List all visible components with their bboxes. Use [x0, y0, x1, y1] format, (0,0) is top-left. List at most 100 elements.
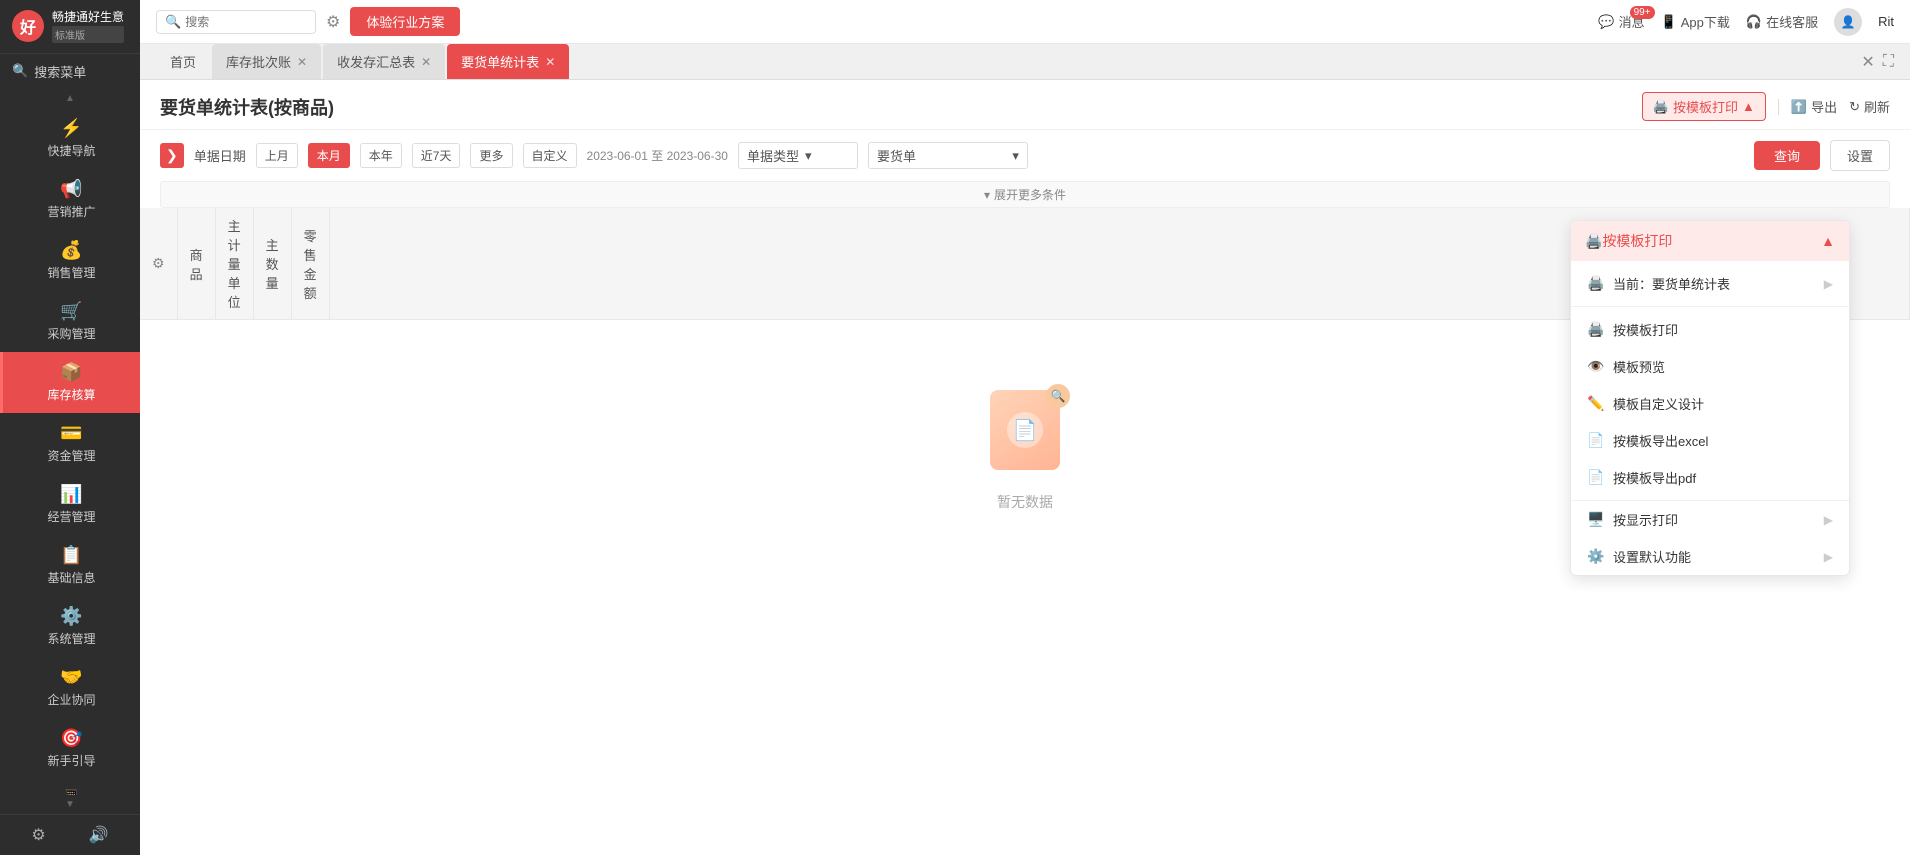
tab-order-stats-close[interactable]: ✕ — [545, 55, 555, 69]
audio-footer-icon[interactable]: 🔊 — [89, 825, 109, 845]
sidebar-item-enterprise[interactable]: 🤝 企业协同 — [0, 657, 140, 718]
filter-expand-button[interactable]: ❯ — [160, 143, 184, 168]
guide-icon: 🎯 — [60, 728, 82, 749]
topbar-search-input[interactable] — [185, 15, 307, 29]
date-btn-7days[interactable]: 近7天 — [412, 143, 461, 168]
chevron-down-icon: ▾ — [984, 188, 990, 202]
tab-close-all-icon[interactable]: ✕ — [1861, 52, 1874, 72]
dropdown-template-pdf[interactable]: 📄 按模板导出pdf — [1571, 459, 1849, 496]
dropdown-current-template[interactable]: 🖨️ 当前：要货单统计表 ▶ — [1571, 265, 1849, 302]
settings-footer-icon[interactable]: ⚙ — [31, 825, 45, 845]
message-icon: 💬 — [1598, 14, 1614, 30]
template-preview-icon: 👁️ — [1587, 358, 1603, 375]
sidebar: 好 畅捷通好生意 标准版 🔍 搜索菜单 ▲ ⚡ 快捷导航 📢 营销推广 💰 销售… — [0, 0, 140, 855]
dropdown-template-preview[interactable]: 👁️ 模板预览 — [1571, 348, 1849, 385]
message-button[interactable]: 💬 消息 99+ — [1598, 12, 1644, 31]
sidebar-item-label: 销售管理 — [47, 264, 95, 281]
chevron-up-icon: ▲ — [1742, 99, 1755, 114]
tab-home[interactable]: 首页 — [156, 44, 210, 79]
topbar: 🔍 ⚙ 体验行业方案 💬 消息 99+ 📱 App下载 🎧 在线客服 👤 Rit — [140, 0, 1910, 44]
export-button[interactable]: ⬆️ 导出 — [1791, 97, 1837, 116]
dropdown-template-excel[interactable]: 📄 按模板导出excel — [1571, 422, 1849, 459]
scroll-down-indicator[interactable]: ▼ — [0, 795, 140, 814]
sidebar-item-purchase[interactable]: 🛒 采购管理 — [0, 291, 140, 352]
display-print-chevron: ▶ — [1824, 513, 1833, 527]
column-settings-icon[interactable]: ⚙ — [152, 255, 165, 271]
sidebar-item-label: 新手引导 — [47, 752, 95, 769]
date-btn-this-month[interactable]: 本月 — [308, 143, 350, 168]
avatar-icon: 👤 — [1841, 15, 1856, 29]
col-quantity: 主数量 — [253, 208, 291, 320]
expand-more-bar[interactable]: ▾ 展开更多条件 — [160, 181, 1890, 208]
query-button[interactable]: 查询 — [1754, 141, 1820, 170]
system-icon: ⚙️ — [60, 606, 82, 627]
refresh-button[interactable]: ↻ 刷新 — [1849, 97, 1890, 116]
tab-receipt-summary[interactable]: 收发存汇总表 ✕ — [323, 44, 445, 79]
sidebar-item-label: 资金管理 — [47, 447, 95, 464]
sidebar-item-marketing[interactable]: 📢 营销推广 — [0, 169, 140, 230]
topbar-right: 💬 消息 99+ 📱 App下载 🎧 在线客服 👤 Rit — [1598, 8, 1894, 36]
type-filter-dropdown[interactable]: 单据类型 ▾ — [738, 142, 858, 169]
app-download-label: App下载 — [1681, 12, 1730, 31]
main-content: 🔍 ⚙ 体验行业方案 💬 消息 99+ 📱 App下载 🎧 在线客服 👤 Rit — [140, 0, 1910, 855]
date-btn-last-month[interactable]: 上月 — [256, 143, 298, 168]
dropdown-chevron-up-icon[interactable]: ▲ — [1821, 233, 1835, 249]
sidebar-item-app-center[interactable]: 📱 应用中心 — [0, 779, 140, 795]
trial-button[interactable]: 体验行业方案 — [350, 7, 460, 36]
headset-icon: 🎧 — [1746, 14, 1762, 30]
sidebar-item-sales[interactable]: 💰 销售管理 — [0, 230, 140, 291]
tab-order-stats[interactable]: 要货单统计表 ✕ — [447, 44, 569, 79]
sidebar-footer: ⚙ 🔊 — [0, 814, 140, 855]
sidebar-item-label: 营销推广 — [47, 203, 95, 220]
dropdown-current-label: 当前：要货单统计表 — [1613, 274, 1814, 293]
dropdown-default-func[interactable]: ⚙️ 设置默认功能 ▶ — [1571, 538, 1849, 575]
page-actions: 🖨️ 按模板打印 ▲ ⬆️ 导出 ↻ 刷新 — [1642, 92, 1890, 121]
tab-expand-icon[interactable]: ⛶ — [1883, 53, 1894, 71]
sidebar-item-finance[interactable]: 💳 资金管理 — [0, 413, 140, 474]
date-btn-this-year[interactable]: 本年 — [360, 143, 402, 168]
tab-inventory-batch[interactable]: 库存批次账 ✕ — [212, 44, 321, 79]
avatar[interactable]: 👤 — [1834, 8, 1862, 36]
sidebar-item-label: 库存核算 — [47, 386, 95, 403]
sidebar-item-inventory[interactable]: 📦 库存核算 — [0, 352, 140, 413]
settings-button[interactable]: 设置 — [1830, 140, 1890, 171]
marketing-icon: 📢 — [60, 179, 82, 200]
date-btn-custom[interactable]: 自定义 — [523, 143, 577, 168]
tab-home-label: 首页 — [170, 52, 196, 71]
topbar-search-box[interactable]: 🔍 — [156, 10, 316, 34]
online-service-button[interactable]: 🎧 在线客服 — [1746, 12, 1818, 31]
tab-order-stats-label: 要货单统计表 — [461, 52, 539, 71]
scroll-up-indicator[interactable]: ▲ — [0, 89, 140, 108]
sidebar-item-quick-nav[interactable]: ⚡ 快捷导航 — [0, 108, 140, 169]
app-tag: 标准版 — [52, 26, 124, 43]
dropdown-current-section: 🖨️ 当前：要货单统计表 ▶ — [1571, 261, 1849, 307]
chevron-down-icon: ▾ — [805, 148, 812, 164]
tab-receipt-summary-close[interactable]: ✕ — [421, 55, 431, 69]
logo-icon: 好 — [12, 10, 44, 42]
empty-icon: 🔍 📄 — [975, 380, 1075, 480]
user-name: Rit — [1878, 14, 1894, 29]
col-settings: ⚙ — [140, 208, 177, 320]
tab-inventory-batch-close[interactable]: ✕ — [297, 55, 307, 69]
topbar-gear-icon[interactable]: ⚙ — [326, 12, 340, 32]
app-logo: 好 畅捷通好生意 标准版 — [0, 0, 140, 54]
template-excel-icon: 📄 — [1587, 432, 1603, 449]
print-template-button[interactable]: 🖨️ 按模板打印 ▲ — [1642, 92, 1766, 121]
dropdown-template-design[interactable]: ✏️ 模板自定义设计 — [1571, 385, 1849, 422]
dropdown-display-print[interactable]: 🖥️ 按显示打印 ▶ — [1571, 501, 1849, 538]
current-template-icon: 🖨️ — [1587, 275, 1603, 292]
sidebar-search[interactable]: 🔍 搜索菜单 — [0, 54, 140, 89]
goods-filter-dropdown[interactable]: 要货单 ▾ — [868, 142, 1028, 169]
sidebar-item-guide[interactable]: 🎯 新手引导 — [0, 718, 140, 779]
sidebar-item-system[interactable]: ⚙️ 系统管理 — [0, 596, 140, 657]
date-filter-label: 单据日期 — [194, 146, 246, 165]
sidebar-item-operations[interactable]: 📊 经营管理 — [0, 474, 140, 535]
date-btn-more[interactable]: 更多 — [470, 143, 512, 168]
empty-text: 暂无数据 — [997, 492, 1053, 512]
display-print-icon: 🖥️ — [1587, 511, 1603, 528]
sidebar-item-basic[interactable]: 📋 基础信息 — [0, 535, 140, 596]
app-download-button[interactable]: 📱 App下载 — [1661, 12, 1730, 31]
enterprise-icon: 🤝 — [60, 667, 82, 688]
dropdown-template-print[interactable]: 🖨️ 按模板打印 — [1571, 311, 1849, 348]
search-icon: 🔍 — [12, 63, 28, 79]
